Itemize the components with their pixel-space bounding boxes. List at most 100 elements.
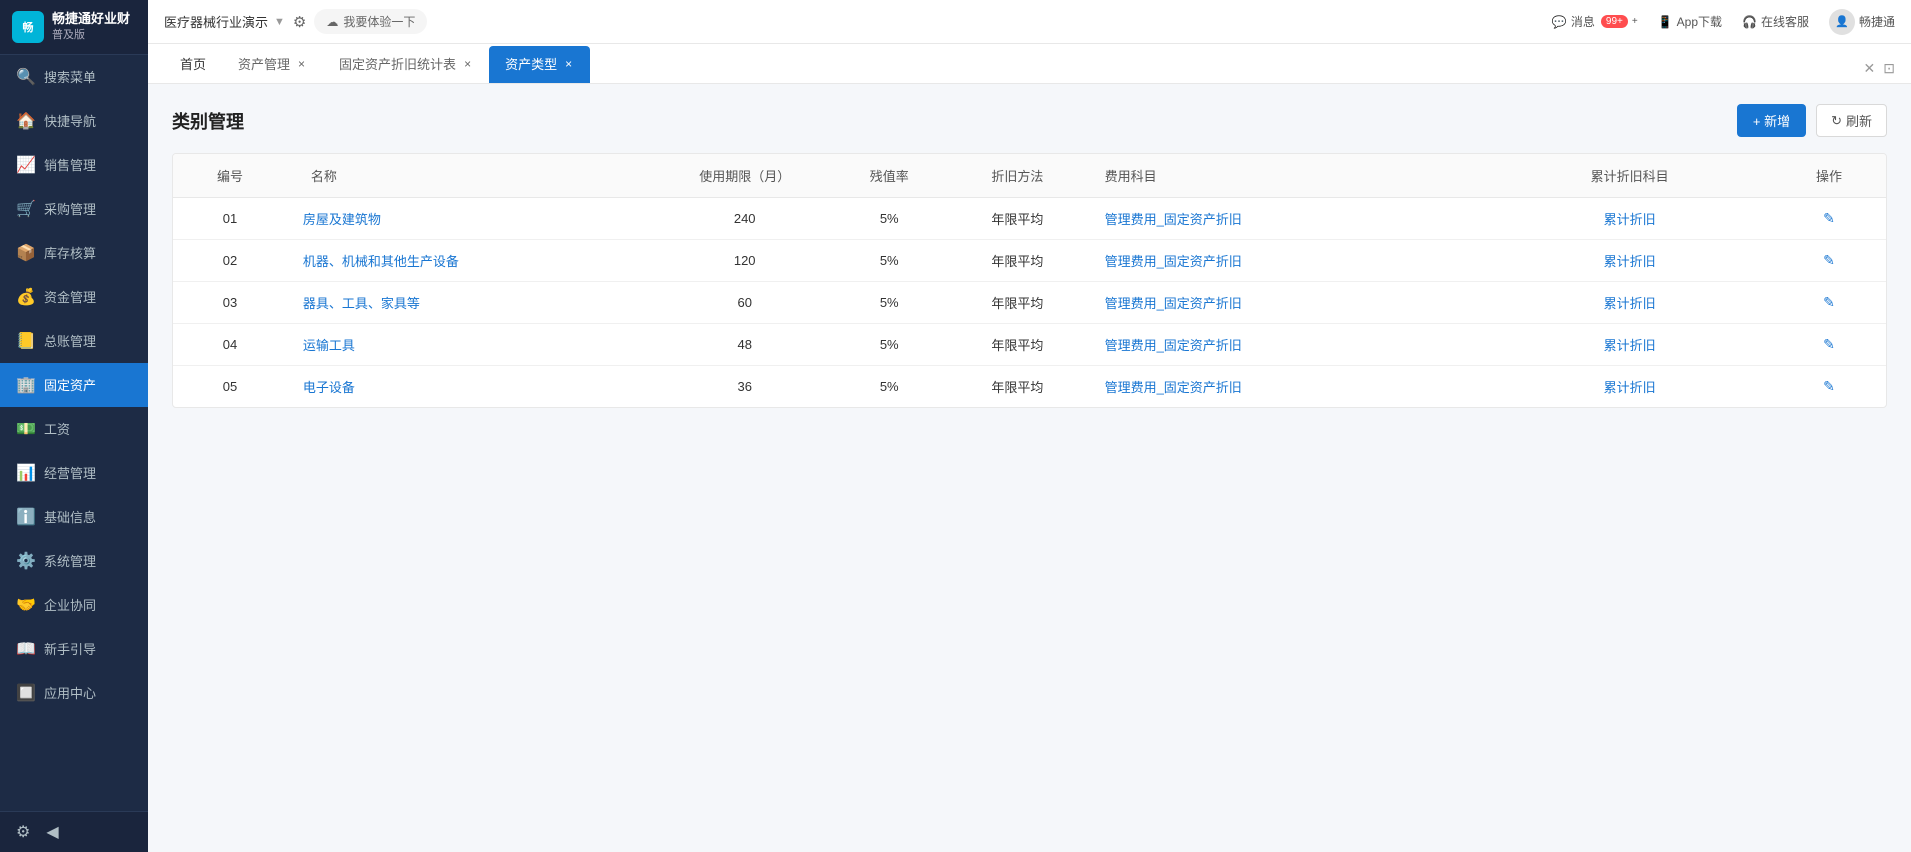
cell-residual: 5% [832,198,946,240]
avatar: 👤 [1829,9,1855,35]
sidebar-item-label: 新手引导 [44,639,96,658]
window-close-icon[interactable]: ✕ [1864,60,1876,77]
sidebar-footer: ⚙ ◀ [0,811,148,852]
sidebar-item-label: 系统管理 [44,551,96,570]
gear-icon[interactable]: ⚙ [293,13,306,31]
home-icon: 🏠 [16,111,34,131]
close-tab-depreciation[interactable]: × [462,58,473,70]
headset-icon: 🎧 [1742,15,1757,29]
cell-residual: 5% [832,324,946,366]
sidebar-item-salary[interactable]: 💵 工资 [0,407,148,451]
cell-accumulated: 累计折旧 [1487,198,1772,240]
cell-period: 48 [657,324,832,366]
operation-icon: 📊 [16,463,34,483]
col-header-residual: 残值率 [832,154,946,198]
sidebar-item-label: 库存核算 [44,243,96,262]
sidebar-item-search[interactable]: 🔍 搜索菜单 [0,55,148,99]
sidebar-item-ledger[interactable]: 📒 总账管理 [0,319,148,363]
cell-period: 36 [657,366,832,408]
col-header-id: 编号 [173,154,287,198]
settings-icon[interactable]: ⚙ [16,822,30,842]
sidebar-item-guide[interactable]: 📖 新手引导 [0,627,148,671]
sidebar-item-operation[interactable]: 📊 经营管理 [0,451,148,495]
sidebar-item-fixed[interactable]: 🏢 固定资产 [0,363,148,407]
tab-asset-type[interactable]: 资产类型 × [489,46,590,83]
sidebar-item-quicknav[interactable]: 🏠 快捷导航 [0,99,148,143]
collapse-icon[interactable]: ◀ [46,822,58,842]
col-header-action: 操作 [1772,154,1886,198]
new-button[interactable]: + 新增 [1737,104,1806,137]
cell-period: 240 [657,198,832,240]
user-button[interactable]: 👤 畅捷通 [1829,9,1895,35]
close-tab-asset-mgmt[interactable]: × [296,58,307,70]
system-icon: ⚙️ [16,551,34,571]
experience-button[interactable]: ☁ 我要体验一下 [314,9,427,34]
cell-id: 05 [173,366,287,408]
refresh-button[interactable]: ↻ 刷新 [1816,104,1887,137]
message-button[interactable]: 💬 消息 99+ + [1552,13,1638,30]
tab-home[interactable]: 首页 [164,46,222,83]
main-area: 医疗器械行业演示 ▼ ⚙ ☁ 我要体验一下 💬 消息 99+ + 📱 App下载… [148,0,1911,852]
inventory-icon: 📦 [16,243,34,263]
sidebar-item-label: 总账管理 [44,331,96,350]
sidebar-item-sales[interactable]: 📈 销售管理 [0,143,148,187]
sidebar-item-system[interactable]: ⚙️ 系统管理 [0,539,148,583]
ledger-icon: 📒 [16,331,34,351]
cell-expense: 管理费用_固定资产折旧 [1089,198,1488,240]
cell-accumulated: 累计折旧 [1487,282,1772,324]
topbar: 医疗器械行业演示 ▼ ⚙ ☁ 我要体验一下 💬 消息 99+ + 📱 App下载… [148,0,1911,44]
cell-method: 年限平均 [946,282,1088,324]
table: 编号 名称 使用期限（月） 残值率 折旧方法 费用科目 累计折旧科目 操作 01… [173,154,1886,407]
content-area: 类别管理 + 新增 ↻ 刷新 编号 名称 使用期限（月） 残值率 折旧方法 [148,84,1911,852]
cell-id: 04 [173,324,287,366]
sidebar-item-label: 资金管理 [44,287,96,306]
edit-icon[interactable]: ✎ [1823,336,1835,352]
cell-period: 60 [657,282,832,324]
sidebar-item-purchase[interactable]: 🛒 采购管理 [0,187,148,231]
sidebar-item-apps[interactable]: 🔲 应用中心 [0,671,148,715]
app-title: 畅捷通好业财 [52,10,130,28]
cell-name: 电子设备 [287,366,657,408]
edit-icon[interactable]: ✎ [1823,294,1835,310]
edit-icon[interactable]: ✎ [1823,378,1835,394]
salary-icon: 💵 [16,419,34,439]
dropdown-arrow-icon: ▼ [274,16,285,28]
tab-depreciation[interactable]: 固定资产折旧统计表 × [323,46,489,83]
window-controls: ✕ ⊡ [1864,60,1895,83]
page-actions: + 新增 ↻ 刷新 [1737,104,1887,137]
close-tab-asset-type[interactable]: × [563,58,574,70]
cell-method: 年限平均 [946,198,1088,240]
company-selector[interactable]: 医疗器械行业演示 ▼ [164,12,285,31]
message-icon: 💬 [1552,15,1567,29]
company-name: 医疗器械行业演示 [164,12,268,31]
cell-action: ✎ [1772,324,1886,366]
experience-label: 我要体验一下 [343,13,415,30]
sidebar-item-inventory[interactable]: 📦 库存核算 [0,231,148,275]
edit-icon[interactable]: ✎ [1823,252,1835,268]
logo-icon: 畅 [12,11,44,43]
sidebar-item-collab[interactable]: 🤝 企业协同 [0,583,148,627]
table-body: 01 房屋及建筑物 240 5% 年限平均 管理费用_固定资产折旧 累计折旧 ✎… [173,198,1886,408]
sidebar-item-label: 企业协同 [44,595,96,614]
basic-icon: ℹ️ [16,507,34,527]
topbar-left: 医疗器械行业演示 ▼ ⚙ ☁ 我要体验一下 [164,9,1540,34]
refresh-label: 刷新 [1846,111,1872,130]
sidebar-item-basic[interactable]: ℹ️ 基础信息 [0,495,148,539]
table-row: 05 电子设备 36 5% 年限平均 管理费用_固定资产折旧 累计折旧 ✎ [173,366,1886,408]
sidebar-logo: 畅 畅捷通好业财 普及版 [0,0,148,55]
cell-action: ✎ [1772,282,1886,324]
app-download-button[interactable]: 📱 App下载 [1658,13,1722,30]
edit-icon[interactable]: ✎ [1823,210,1835,226]
page-header: 类别管理 + 新增 ↻ 刷新 [172,104,1887,137]
sidebar: 畅 畅捷通好业财 普及版 🔍 搜索菜单 🏠 快捷导航 📈 销售管理 🛒 采购管理… [0,0,148,852]
cell-id: 02 [173,240,287,282]
customer-service-button[interactable]: 🎧 在线客服 [1742,13,1809,30]
tab-asset-mgmt[interactable]: 资产管理 × [222,46,323,83]
col-header-method: 折旧方法 [946,154,1088,198]
window-expand-icon[interactable]: ⊡ [1883,60,1895,77]
col-header-accumulated: 累计折旧科目 [1487,154,1772,198]
sidebar-item-funds[interactable]: 💰 资金管理 [0,275,148,319]
app-download-label: App下载 [1677,13,1722,30]
tabbar: 首页 资产管理 × 固定资产折旧统计表 × 资产类型 × ✕ ⊡ [148,44,1911,84]
col-header-period: 使用期限（月） [657,154,832,198]
